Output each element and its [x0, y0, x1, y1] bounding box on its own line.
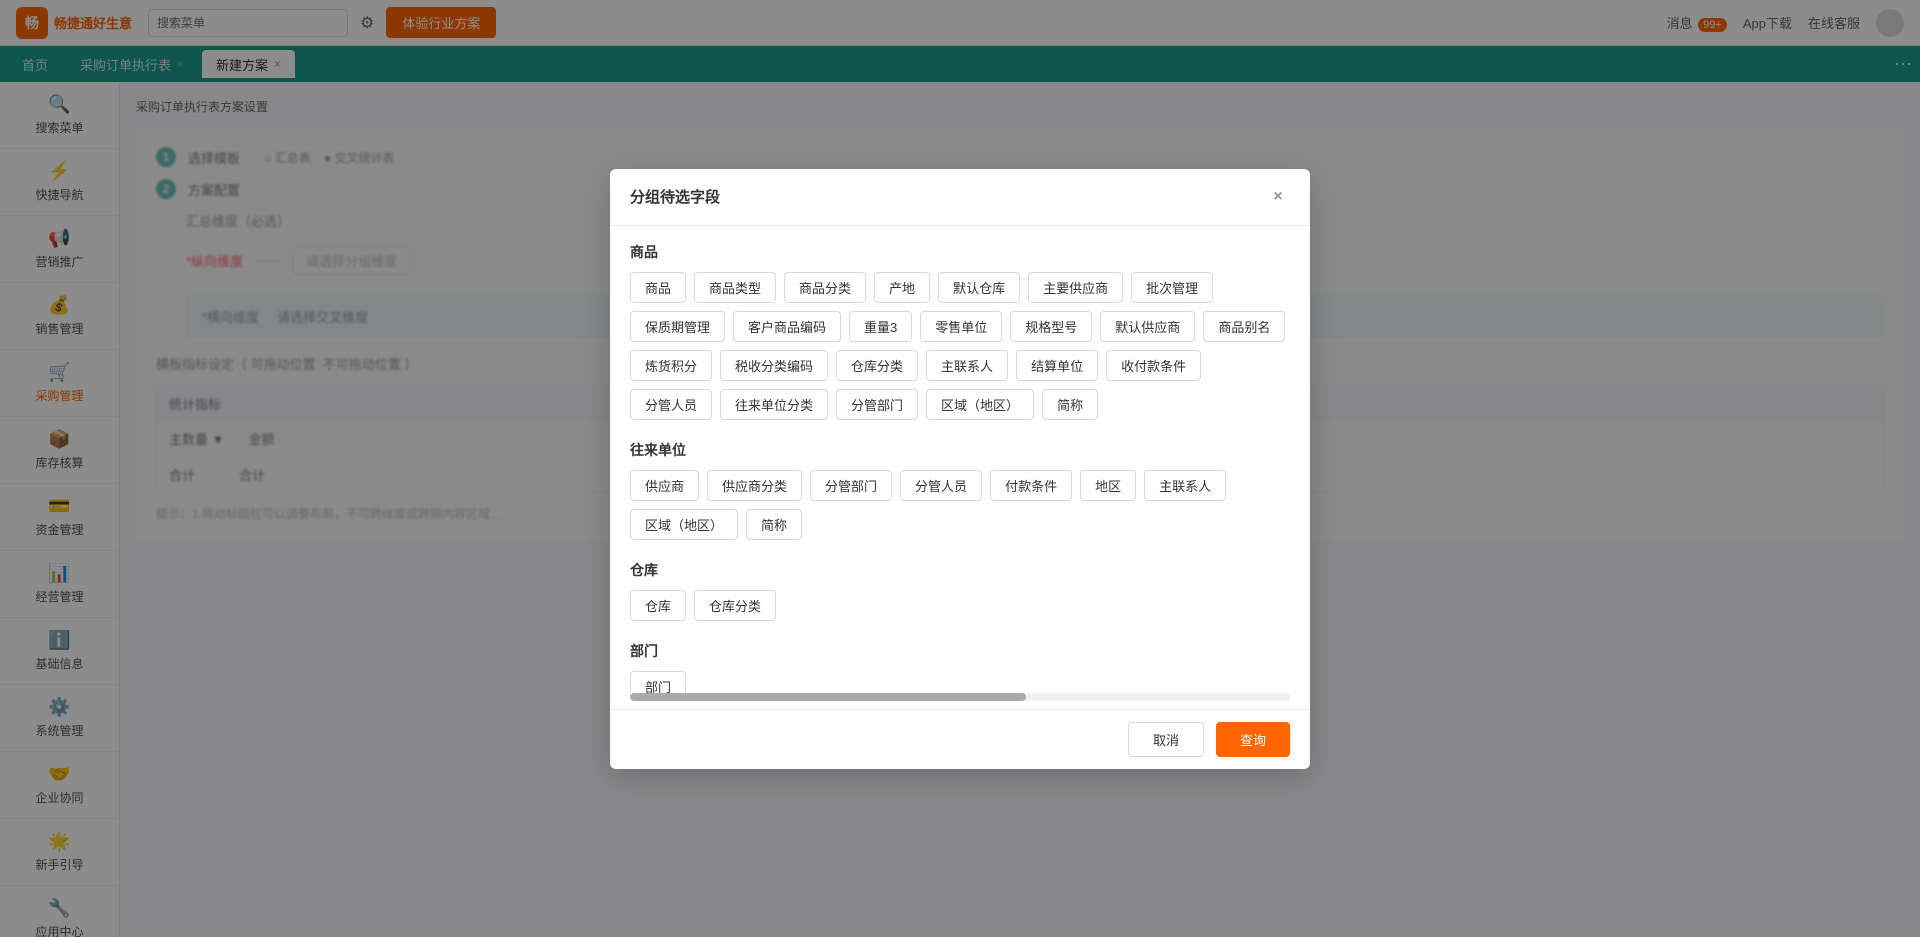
field-tag-warehouse-category[interactable]: 仓库分类 — [836, 350, 918, 381]
field-tag-expiry-mgmt[interactable]: 保质期管理 — [630, 311, 725, 342]
field-tag-abbr[interactable]: 简称 — [1042, 389, 1098, 420]
modal-footer: 取消 查询 — [610, 709, 1310, 769]
field-tag-origin[interactable]: 产地 — [874, 272, 930, 303]
modal-header: 分组待选字段 × — [610, 169, 1310, 226]
field-tag-settlement-unit[interactable]: 结算单位 — [1016, 350, 1098, 381]
field-tag-responsible-person[interactable]: 分管人员 — [630, 389, 712, 420]
modal-close-button[interactable]: × — [1266, 185, 1290, 209]
field-tag-area[interactable]: 地区 — [1080, 470, 1136, 501]
field-tag-tax-code[interactable]: 税收分类编码 — [720, 350, 828, 381]
field-tag-main-contact-partner[interactable]: 主联系人 — [1144, 470, 1226, 501]
modal-overlay: 分组待选字段 × 商品 商品 商品类型 商品分类 产地 默认仓库 主要供应商 批… — [0, 0, 1920, 937]
section-warehouse-tags: 仓库 仓库分类 — [630, 590, 1290, 621]
field-tag-product-type[interactable]: 商品类型 — [694, 272, 776, 303]
field-tag-spec-model[interactable]: 规格型号 — [1010, 311, 1092, 342]
field-tag-main-supplier[interactable]: 主要供应商 — [1028, 272, 1123, 303]
section-department-tags: 部门 — [630, 671, 1290, 693]
modal-title: 分组待选字段 — [630, 186, 720, 207]
field-tag-payment-condition[interactable]: 付款条件 — [990, 470, 1072, 501]
section-warehouse-title: 仓库 — [630, 560, 1290, 580]
field-tag-product-category[interactable]: 商品分类 — [784, 272, 866, 303]
field-tag-region[interactable]: 区域（地区） — [926, 389, 1034, 420]
field-tag-supplier-category[interactable]: 供应商分类 — [707, 470, 802, 501]
section-product-tags: 商品 商品类型 商品分类 产地 默认仓库 主要供应商 批次管理 保质期管理 客户… — [630, 272, 1290, 420]
field-tag-payment-terms[interactable]: 收付款条件 — [1106, 350, 1201, 381]
section-warehouse: 仓库 仓库 仓库分类 — [630, 560, 1290, 621]
field-tag-product-alias[interactable]: 商品别名 — [1203, 311, 1285, 342]
section-product: 商品 商品 商品类型 商品分类 产地 默认仓库 主要供应商 批次管理 保质期管理… — [630, 242, 1290, 420]
field-tag-warehouse[interactable]: 仓库 — [630, 590, 686, 621]
modal-body: 商品 商品 商品类型 商品分类 产地 默认仓库 主要供应商 批次管理 保质期管理… — [610, 226, 1310, 693]
field-tag-batch-mgmt[interactable]: 批次管理 — [1131, 272, 1213, 303]
field-tag-managing-person[interactable]: 分管人员 — [900, 470, 982, 501]
section-department-title: 部门 — [630, 641, 1290, 661]
field-tag-default-supplier[interactable]: 默认供应商 — [1100, 311, 1195, 342]
field-tag-points[interactable]: 炼货积分 — [630, 350, 712, 381]
confirm-button[interactable]: 查询 — [1216, 722, 1290, 757]
field-tag-default-warehouse[interactable]: 默认仓库 — [938, 272, 1020, 303]
field-tag-main-contact[interactable]: 主联系人 — [926, 350, 1008, 381]
field-tag-retail-unit[interactable]: 零售单位 — [920, 311, 1002, 342]
section-partner-tags: 供应商 供应商分类 分管部门 分管人员 付款条件 地区 主联系人 区域（地区） … — [630, 470, 1290, 540]
field-tag-warehouse-class[interactable]: 仓库分类 — [694, 590, 776, 621]
section-partner: 往来单位 供应商 供应商分类 分管部门 分管人员 付款条件 地区 主联系人 区域… — [630, 440, 1290, 540]
field-tag-supplier[interactable]: 供应商 — [630, 470, 699, 501]
field-tag-partner-category[interactable]: 往来单位分类 — [720, 389, 828, 420]
field-tag-dept[interactable]: 分管部门 — [836, 389, 918, 420]
section-partner-title: 往来单位 — [630, 440, 1290, 460]
field-tag-abbr-partner[interactable]: 简称 — [746, 509, 802, 540]
field-tag-product[interactable]: 商品 — [630, 272, 686, 303]
field-tag-managing-dept[interactable]: 分管部门 — [810, 470, 892, 501]
section-department: 部门 部门 — [630, 641, 1290, 693]
cancel-button[interactable]: 取消 — [1128, 722, 1204, 757]
field-tag-department[interactable]: 部门 — [630, 671, 686, 693]
field-tag-customer-code[interactable]: 客户商品编码 — [733, 311, 841, 342]
section-product-title: 商品 — [630, 242, 1290, 262]
field-tag-weight3[interactable]: 重量3 — [849, 311, 912, 342]
field-select-modal: 分组待选字段 × 商品 商品 商品类型 商品分类 产地 默认仓库 主要供应商 批… — [610, 169, 1310, 769]
field-tag-region-partner[interactable]: 区域（地区） — [630, 509, 738, 540]
modal-horizontal-scrollbar[interactable] — [630, 693, 1290, 701]
